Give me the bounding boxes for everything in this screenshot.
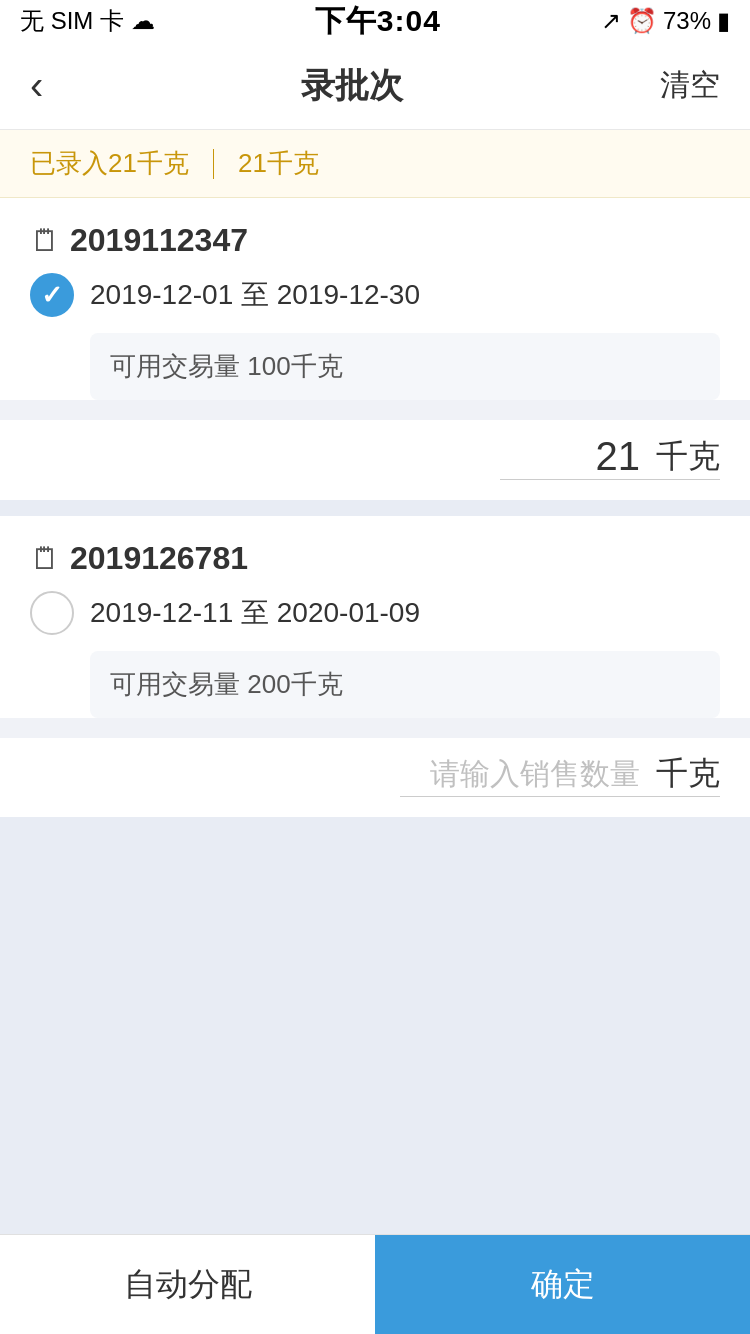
batch1-qty-value[interactable]: 21 [596,434,641,479]
batch2-input-unit: 千克 [656,752,720,796]
batch-card-1: 🗒 2019112347 2019-12-01 至 2019-12-30 可用交… [0,198,750,400]
batch1-header: 🗒 2019112347 [30,222,720,259]
battery-icon: ▮ [717,7,730,35]
summary-banner: 已录入21千克 21千克 [0,130,750,198]
batch1-underline-row [0,479,750,500]
section-divider [0,500,750,516]
batch2-icon: 🗒 [30,542,60,576]
batch1-available: 可用交易量 100千克 [90,333,720,400]
empty-area [0,817,750,1257]
clear-button[interactable]: 清空 [660,65,720,106]
back-button[interactable]: ‹ [30,63,43,108]
batch1-id: 2019112347 [70,222,248,259]
battery-percent: 73% [663,7,711,35]
summary-value: 21千克 [238,146,319,181]
auto-distribute-button[interactable]: 自动分配 [0,1235,375,1334]
batch2-input-row: 请输入销售数量 千克 [0,738,750,796]
batch-card-2: 🗒 2019126781 2019-12-11 至 2020-01-09 可用交… [0,516,750,718]
batch2-id: 2019126781 [70,540,248,577]
batch2-available: 可用交易量 200千克 [90,651,720,718]
batch1-date-row: 2019-12-01 至 2019-12-30 [30,273,720,317]
summary-divider [213,149,214,179]
batch2-radio[interactable] [30,591,74,635]
batch1-qty-row: 21 千克 [0,420,750,479]
batch2-input-placeholder: 请输入销售数量 [430,754,640,795]
summary-entered-label: 已录入21千克 [30,146,189,181]
location-icon: ↗ [601,7,621,35]
status-time: 下午3:04 [315,1,441,42]
page-title: 录批次 [301,63,403,109]
batch2-header: 🗒 2019126781 [30,540,720,577]
nav-bar: ‹ 录批次 清空 [0,42,750,130]
batch1-underline [500,479,720,480]
batch1-qty-unit: 千克 [656,435,720,479]
batch2-date: 2019-12-11 至 2020-01-09 [90,594,420,632]
confirm-button[interactable]: 确定 [375,1235,750,1334]
alarm-icon: ⏰ [627,7,657,35]
batch1-icon: 🗒 [30,224,60,258]
batch2-date-row: 2019-12-11 至 2020-01-09 [30,591,720,635]
status-right: ↗ ⏰ 73% ▮ [601,7,730,35]
sim-status: 无 SIM 卡 ☁ [20,5,155,37]
batch1-radio[interactable] [30,273,74,317]
bottom-bar: 自动分配 确定 [0,1234,750,1334]
status-left: 无 SIM 卡 ☁ [20,5,155,37]
batch1-date: 2019-12-01 至 2019-12-30 [90,276,420,314]
batch2-underline-row [0,796,750,817]
batch2-underline [400,796,720,797]
status-bar: 无 SIM 卡 ☁ 下午3:04 ↗ ⏰ 73% ▮ [0,0,750,42]
